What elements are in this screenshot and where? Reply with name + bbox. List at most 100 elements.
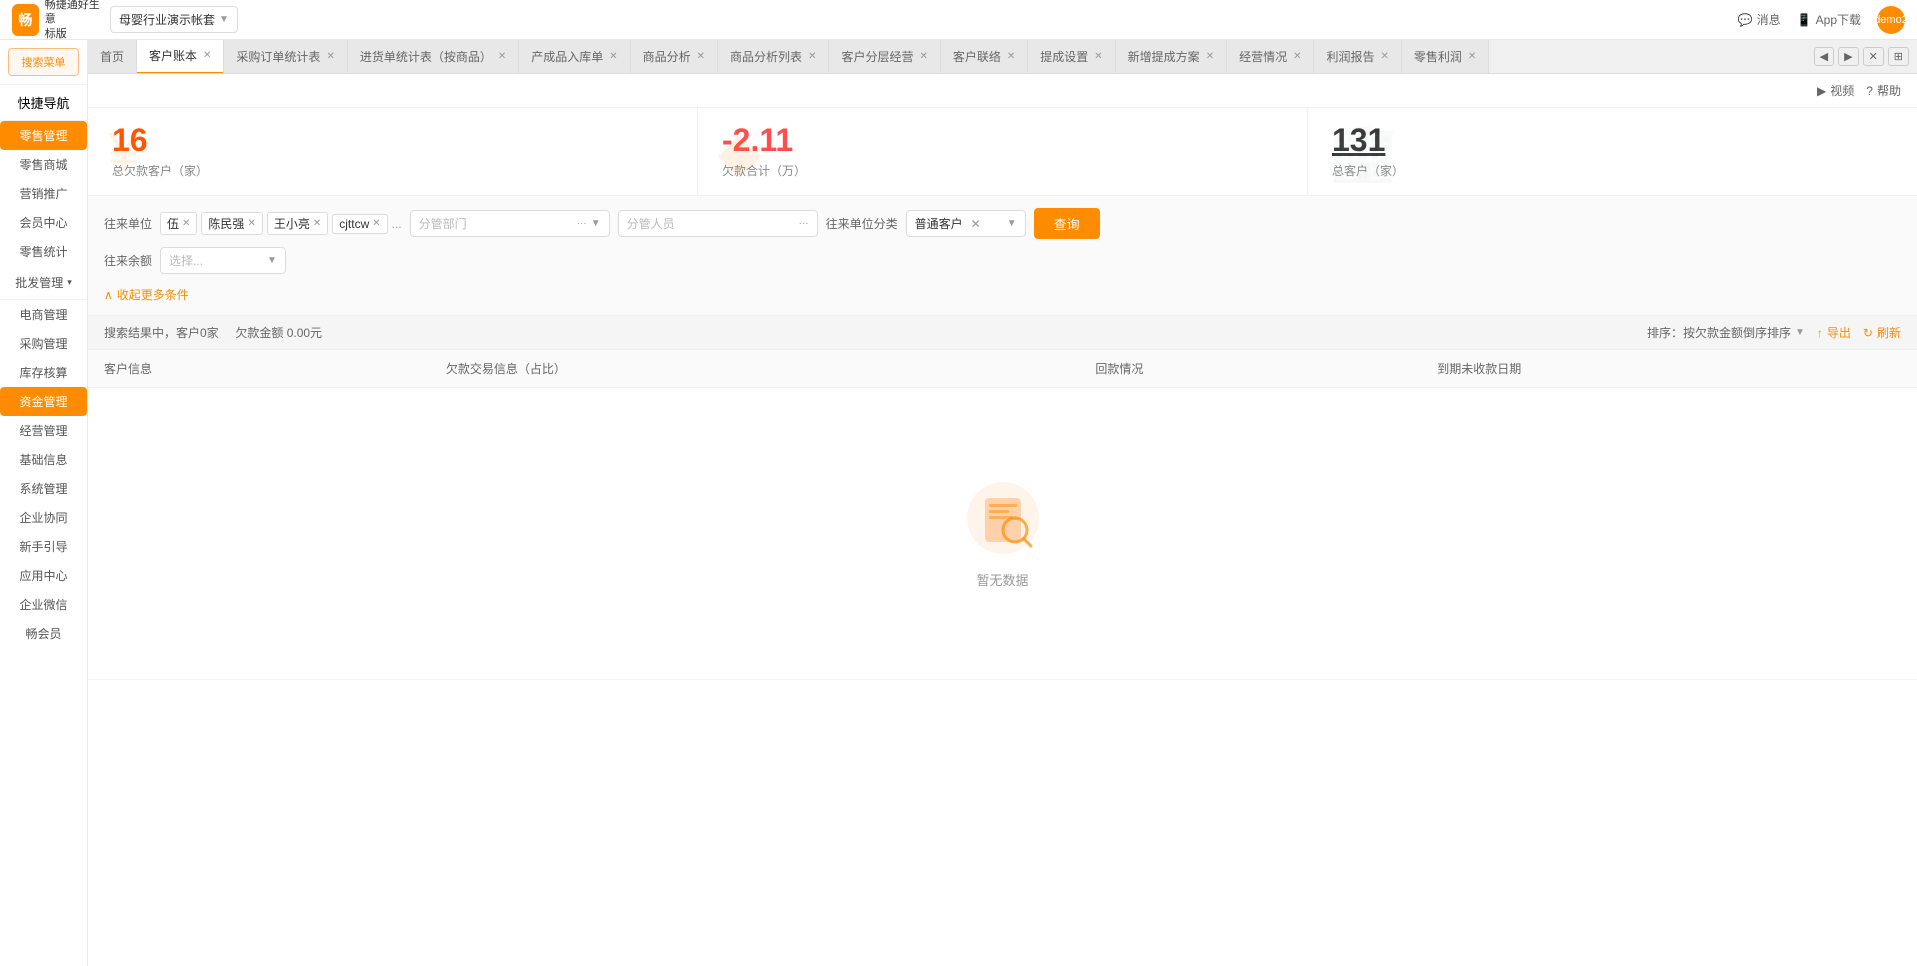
video-icon: ▶ <box>1817 84 1826 98</box>
tab-profit-report[interactable]: 利润报告 ✕ <box>1314 40 1401 74</box>
tab-inbound-stats[interactable]: 进货单统计表（按商品） ✕ <box>348 40 519 74</box>
close-tag-wu[interactable]: ✕ <box>182 218 190 229</box>
export-btn[interactable]: ↑ 导出 <box>1817 324 1851 341</box>
sidebar-item-operations[interactable]: 经营管理 <box>0 416 87 445</box>
tab-purchase-order-stats[interactable]: 采购订单统计表 ✕ <box>224 40 347 74</box>
tab-expand-btn[interactable]: ⊞ <box>1888 47 1909 66</box>
col-repayment: 回款情况 <box>1079 350 1421 388</box>
close-tab-reminder[interactable]: ✕ <box>1094 51 1102 62</box>
tab-goods-analysis-list[interactable]: 商品分析列表 ✕ <box>718 40 829 74</box>
tab-bar-end: ◀ ▶ ✕ ⊞ <box>1806 47 1917 66</box>
sidebar-item-member-plus[interactable]: 畅会员 <box>0 619 87 648</box>
sidebar-item-app-center[interactable]: 应用中心 <box>0 561 87 590</box>
filter-dept-extra: ··· <box>577 218 587 229</box>
close-tab-inbound[interactable]: ✕ <box>498 51 506 62</box>
tab-customer-tier[interactable]: 客户分层经营 ✕ <box>829 40 940 74</box>
avatar: demo2 <box>1877 6 1905 34</box>
tab-production-inbound[interactable]: 产成品入库单 ✕ <box>519 40 630 74</box>
filter-tag-chen[interactable]: 陈民强 ✕ <box>201 212 262 235</box>
tab-goods-analysis[interactable]: 商品分析 ✕ <box>631 40 718 74</box>
close-tab-profit[interactable]: ✕ <box>1381 51 1389 62</box>
tab-new-achievement[interactable]: 新增提成方案 ✕ <box>1116 40 1227 74</box>
refresh-btn[interactable]: ↻ 刷新 <box>1863 324 1901 341</box>
message-btn[interactable]: 💬 消息 <box>1738 11 1781 28</box>
logo-area: 畅 畅捷通好生意 标版 <box>12 0 100 41</box>
quick-nav-label: 快捷导航 <box>17 96 69 111</box>
close-tab-production[interactable]: ✕ <box>609 51 617 62</box>
query-btn[interactable]: 查询 <box>1034 208 1100 239</box>
filter-person-select[interactable]: 分管人员 ··· <box>618 210 818 237</box>
clear-unit-category[interactable]: ✕ <box>971 217 981 231</box>
tab-home[interactable]: 首页 <box>88 40 137 74</box>
help-link[interactable]: ? 帮助 <box>1866 82 1901 99</box>
filter-remainder-select[interactable]: 选择... ▼ <box>160 247 286 274</box>
sidebar-item-wholesale[interactable]: 批发管理 ▾ <box>0 266 87 299</box>
close-tab-customer-book[interactable]: ✕ <box>203 50 211 61</box>
sidebar-item-purchase[interactable]: 采购管理 <box>0 329 87 358</box>
sidebar-item-member-center[interactable]: 会员中心 <box>0 208 87 237</box>
tab-customer-book[interactable]: 客户账本 ✕ <box>137 40 224 74</box>
user-avatar[interactable]: demo2 <box>1877 6 1905 34</box>
tab-next-btn[interactable]: ▶ <box>1838 47 1858 66</box>
filter-tag-cjttcw[interactable]: cjttcw ✕ <box>332 214 387 234</box>
stat-overdue-customers: ¥ 16 总欠款客户（家） <box>88 108 698 195</box>
tab-retail-profit[interactable]: 零售利润 ✕ <box>1402 40 1489 74</box>
close-tab-contact[interactable]: ✕ <box>1007 51 1015 62</box>
sidebar-item-marketing[interactable]: 营销推广 <box>0 179 87 208</box>
page-content: ▶ 视频 ? 帮助 ¥ 16 总欠款客户（家） <box>88 74 1917 966</box>
close-tab-goods-list[interactable]: ✕ <box>808 51 816 62</box>
sidebar-item-retail-stats[interactable]: 零售统计 <box>0 237 87 266</box>
sidebar-item-ecommerce[interactable]: 电商管理 <box>0 300 87 329</box>
close-tab-ops[interactable]: ✕ <box>1293 51 1301 62</box>
app-download-btn[interactable]: 📱 App下载 <box>1797 11 1861 28</box>
empty-cell: 暂无数据 <box>88 388 1917 680</box>
sidebar-search-section: 搜索菜单 <box>0 40 87 85</box>
account-selector[interactable]: 母婴行业演示帐套 ▼ <box>110 6 238 33</box>
collapse-area: ∧ 收起更多条件 <box>104 282 1901 303</box>
filter-tag-wu[interactable]: 伍 ✕ <box>160 212 197 235</box>
sidebar-item-retail-mall[interactable]: 零售商城 <box>0 150 87 179</box>
tab-close-all-btn[interactable]: ✕ <box>1863 47 1884 66</box>
sidebar-item-inventory[interactable]: 库存核算 <box>0 358 87 387</box>
filter-unit-category-select[interactable]: 普通客户 ✕ ▼ <box>906 210 1026 237</box>
chevron-down-category: ▼ <box>1007 218 1017 229</box>
video-link[interactable]: ▶ 视频 <box>1817 82 1854 99</box>
filter-tag-wang[interactable]: 王小亮 ✕ <box>267 212 328 235</box>
tab-operations-status[interactable]: 经营情况 ✕ <box>1227 40 1314 74</box>
sidebar-item-finance[interactable]: 资金管理 <box>0 387 87 416</box>
content-area: 首页 客户账本 ✕ 采购订单统计表 ✕ 进货单统计表（按商品） ✕ 产成品入库单… <box>88 40 1917 966</box>
sidebar-item-basic-info[interactable]: 基础信息 <box>0 445 87 474</box>
tab-prev-btn[interactable]: ◀ <box>1814 47 1834 66</box>
sort-select[interactable]: 排序：按欠款金额倒序排序 ▼ <box>1647 324 1805 341</box>
filter-unit-label: 往来单位 <box>104 215 152 232</box>
collapse-btn[interactable]: ∧ 收起更多条件 <box>104 286 1901 303</box>
stat-bg-icon-1: ¥ <box>108 119 139 184</box>
tab-customer-contact[interactable]: 客户联络 ✕ <box>941 40 1028 74</box>
filter-dept-select[interactable]: 分管部门 ··· ▼ <box>410 210 610 237</box>
filter-more-btn[interactable]: ... <box>392 217 402 231</box>
close-tab-customer-tier[interactable]: ✕ <box>919 51 927 62</box>
empty-state-icon <box>963 478 1043 558</box>
filter-unit-tags: 伍 ✕ 陈民强 ✕ 王小亮 ✕ cjttcw ✕ <box>160 212 402 235</box>
close-tab-goods[interactable]: ✕ <box>697 51 705 62</box>
sidebar-group-wholesale: 批发管理 ▾ <box>0 266 87 300</box>
sidebar-item-retail-mgmt[interactable]: 零售管理 <box>0 121 87 150</box>
top-header: 畅 畅捷通好生意 标版 母婴行业演示帐套 ▼ 💬 消息 📱 App下载 demo… <box>0 0 1917 40</box>
empty-state-text: 暂无数据 <box>976 570 1028 589</box>
close-tag-wang[interactable]: ✕ <box>313 218 321 229</box>
quick-nav-btn[interactable]: 快捷导航 <box>0 85 87 121</box>
sidebar-item-enterprise-wechat[interactable]: 企业微信 <box>0 590 87 619</box>
main-layout: 搜索菜单 快捷导航 零售管理 零售商城 营销推广 会员中心 零售统计 批发管理 … <box>0 40 1917 966</box>
close-tab-retail-profit[interactable]: ✕ <box>1468 51 1476 62</box>
search-menu-btn[interactable]: 搜索菜单 <box>8 48 79 76</box>
tab-reminder-settings[interactable]: 提成设置 ✕ <box>1028 40 1115 74</box>
chevron-down-icon: ▾ <box>67 277 72 288</box>
sidebar-item-enterprise[interactable]: 企业协同 <box>0 503 87 532</box>
close-tag-cjttcw[interactable]: ✕ <box>372 218 380 229</box>
close-tag-chen[interactable]: ✕ <box>247 218 255 229</box>
close-tab-purchase[interactable]: ✕ <box>326 51 334 62</box>
sidebar-item-new-guide[interactable]: 新手引导 <box>0 532 87 561</box>
sidebar-item-system[interactable]: 系统管理 <box>0 474 87 503</box>
close-tab-achievement[interactable]: ✕ <box>1206 51 1214 62</box>
result-summary: 搜索结果中，客户0家 欠款金额 0.00元 <box>104 324 322 341</box>
